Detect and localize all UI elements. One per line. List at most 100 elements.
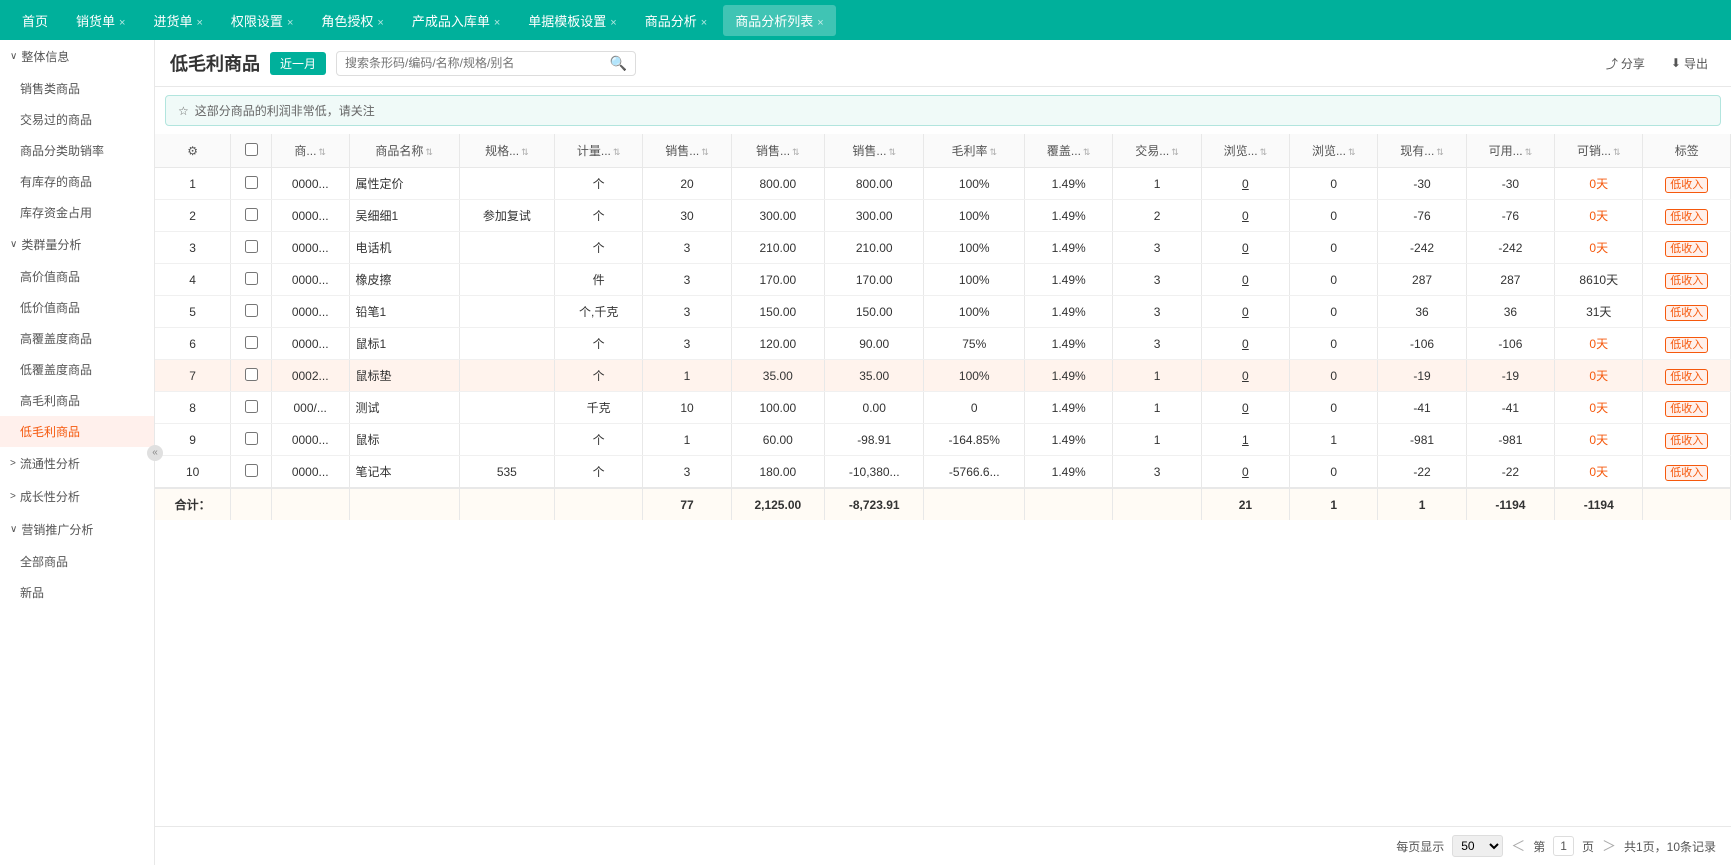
row-checkbox-input[interactable] xyxy=(245,304,258,317)
col-header-4[interactable]: 规格...⇅ xyxy=(459,134,554,168)
sidebar-item-高毛利商品[interactable]: 高毛利商品 xyxy=(0,385,154,416)
current-page[interactable]: 1 xyxy=(1553,836,1574,856)
row-browse1[interactable]: 0 xyxy=(1201,328,1289,360)
nav-item-销货单[interactable]: 销货单× xyxy=(64,5,137,36)
sidebar-item-有库存的商品[interactable]: 有库存的商品 xyxy=(0,166,154,197)
sidebar-item-低覆盖度商品[interactable]: 低覆盖度商品 xyxy=(0,354,154,385)
row-checkbox-input[interactable] xyxy=(245,368,258,381)
row-checkbox-input[interactable] xyxy=(245,432,258,445)
row-checkbox-input[interactable] xyxy=(245,464,258,477)
row-browse1-link[interactable]: 0 xyxy=(1242,465,1249,479)
row-checkbox[interactable] xyxy=(231,200,272,232)
sidebar-group-0[interactable]: ∨整体信息 xyxy=(0,40,154,73)
row-browse1-link[interactable]: 0 xyxy=(1242,177,1249,191)
search-icon[interactable]: 🔍 xyxy=(610,55,627,72)
row-checkbox[interactable] xyxy=(231,424,272,456)
sidebar-item-交易过的商品[interactable]: 交易过的商品 xyxy=(0,104,154,135)
row-checkbox-input[interactable] xyxy=(245,176,258,189)
row-checkbox[interactable] xyxy=(231,264,272,296)
sidebar-item-低价值商品[interactable]: 低价值商品 xyxy=(0,292,154,323)
nav-close-icon[interactable]: × xyxy=(610,17,616,29)
nav-close-icon[interactable]: × xyxy=(119,17,125,29)
row-browse1[interactable]: 0 xyxy=(1201,360,1289,392)
col-header-8[interactable]: 销售...⇅ xyxy=(824,134,924,168)
row-checkbox[interactable] xyxy=(231,360,272,392)
sidebar-group-4[interactable]: ∨营销推广分析 xyxy=(0,513,154,546)
col-header-14[interactable]: 现有...⇅ xyxy=(1378,134,1466,168)
col-header-7[interactable]: 销售...⇅ xyxy=(731,134,824,168)
row-browse1[interactable]: 0 xyxy=(1201,200,1289,232)
row-browse1[interactable]: 0 xyxy=(1201,232,1289,264)
sidebar-item-新品[interactable]: 新品 xyxy=(0,577,154,608)
nav-close-icon[interactable]: × xyxy=(817,17,823,29)
row-browse1-link[interactable]: 1 xyxy=(1242,433,1249,447)
row-browse1-link[interactable]: 0 xyxy=(1242,369,1249,383)
row-checkbox[interactable] xyxy=(231,168,272,200)
sidebar-item-商品分类助销率[interactable]: 商品分类助销率 xyxy=(0,135,154,166)
nav-item-进货单[interactable]: 进货单× xyxy=(141,5,214,36)
nav-close-icon[interactable]: × xyxy=(287,17,293,29)
sidebar-collapse-btn[interactable]: « xyxy=(147,445,163,461)
col-header-3[interactable]: 商品名称⇅ xyxy=(349,134,459,168)
row-checkbox-input[interactable] xyxy=(245,208,258,221)
row-browse1[interactable]: 0 xyxy=(1201,168,1289,200)
nav-item-商品分析列表[interactable]: 商品分析列表× xyxy=(723,5,835,36)
row-browse1[interactable]: 0 xyxy=(1201,392,1289,424)
col-header-16[interactable]: 可销...⇅ xyxy=(1555,134,1643,168)
row-browse1-link[interactable]: 0 xyxy=(1242,337,1249,351)
nav-close-icon[interactable]: × xyxy=(701,17,707,29)
sidebar-item-库存资金占用[interactable]: 库存资金占用 xyxy=(0,197,154,228)
col-header-9[interactable]: 毛利率⇅ xyxy=(924,134,1025,168)
prev-page-btn[interactable]: ＜ xyxy=(1511,836,1525,856)
col-header-11[interactable]: 交易...⇅ xyxy=(1113,134,1201,168)
sidebar-item-全部商品[interactable]: 全部商品 xyxy=(0,546,154,577)
sidebar-item-高覆盖度商品[interactable]: 高覆盖度商品 xyxy=(0,323,154,354)
col-header-12[interactable]: 浏览...⇅ xyxy=(1201,134,1289,168)
col-header-15[interactable]: 可用...⇅ xyxy=(1466,134,1554,168)
sidebar-group-1[interactable]: ∨类群量分析 xyxy=(0,228,154,261)
export-button[interactable]: ⬇ 导出 xyxy=(1663,52,1716,75)
row-checkbox[interactable] xyxy=(231,296,272,328)
sidebar-group-2[interactable]: >流通性分析 xyxy=(0,447,154,480)
sidebar-item-销售类商品[interactable]: 销售类商品 xyxy=(0,73,154,104)
next-page-btn[interactable]: ＞ xyxy=(1602,836,1616,856)
row-browse1-link[interactable]: 0 xyxy=(1242,305,1249,319)
sidebar-item-低毛利商品[interactable]: 低毛利商品 xyxy=(0,416,154,447)
nav-item-首页[interactable]: 首页 xyxy=(10,5,60,36)
nav-item-单据模板设置[interactable]: 单据模板设置× xyxy=(516,5,628,36)
nav-close-icon[interactable]: × xyxy=(196,17,202,29)
row-browse1[interactable]: 0 xyxy=(1201,296,1289,328)
page-size-select[interactable]: 50 100 200 xyxy=(1452,835,1503,857)
search-input[interactable] xyxy=(345,56,610,70)
row-checkbox-input[interactable] xyxy=(245,336,258,349)
col-header-5[interactable]: 计量...⇅ xyxy=(555,134,643,168)
row-browse1[interactable]: 0 xyxy=(1201,264,1289,296)
nav-item-角色授权[interactable]: 角色授权× xyxy=(309,5,395,36)
sidebar-group-3[interactable]: >成长性分析 xyxy=(0,480,154,513)
row-checkbox-input[interactable] xyxy=(245,400,258,413)
row-checkbox-input[interactable] xyxy=(245,240,258,253)
nav-close-icon[interactable]: × xyxy=(494,17,500,29)
share-button[interactable]: ⤴ 分享 xyxy=(1598,52,1653,75)
row-browse1[interactable]: 0 xyxy=(1201,456,1289,489)
col-header-13[interactable]: 浏览...⇅ xyxy=(1290,134,1378,168)
row-browse1-link[interactable]: 0 xyxy=(1242,401,1249,415)
row-checkbox[interactable] xyxy=(231,456,272,489)
row-checkbox[interactable] xyxy=(231,392,272,424)
row-checkbox[interactable] xyxy=(231,232,272,264)
nav-item-商品分析[interactable]: 商品分析× xyxy=(633,5,719,36)
row-browse1-link[interactable]: 0 xyxy=(1242,209,1249,223)
filter-button[interactable]: 近一月 xyxy=(270,52,326,75)
col-header-2[interactable]: 商...⇅ xyxy=(271,134,349,168)
nav-close-icon[interactable]: × xyxy=(377,17,383,29)
sidebar-item-高价值商品[interactable]: 高价值商品 xyxy=(0,261,154,292)
row-browse1-link[interactable]: 0 xyxy=(1242,273,1249,287)
row-browse1[interactable]: 1 xyxy=(1201,424,1289,456)
row-checkbox[interactable] xyxy=(231,328,272,360)
nav-item-产成品入库单[interactable]: 产成品入库单× xyxy=(400,5,512,36)
row-checkbox-input[interactable] xyxy=(245,272,258,285)
col-header-10[interactable]: 覆盖...⇅ xyxy=(1025,134,1113,168)
nav-item-权限设置[interactable]: 权限设置× xyxy=(219,5,305,36)
col-header-6[interactable]: 销售...⇅ xyxy=(643,134,731,168)
select-all-checkbox[interactable] xyxy=(245,143,258,156)
